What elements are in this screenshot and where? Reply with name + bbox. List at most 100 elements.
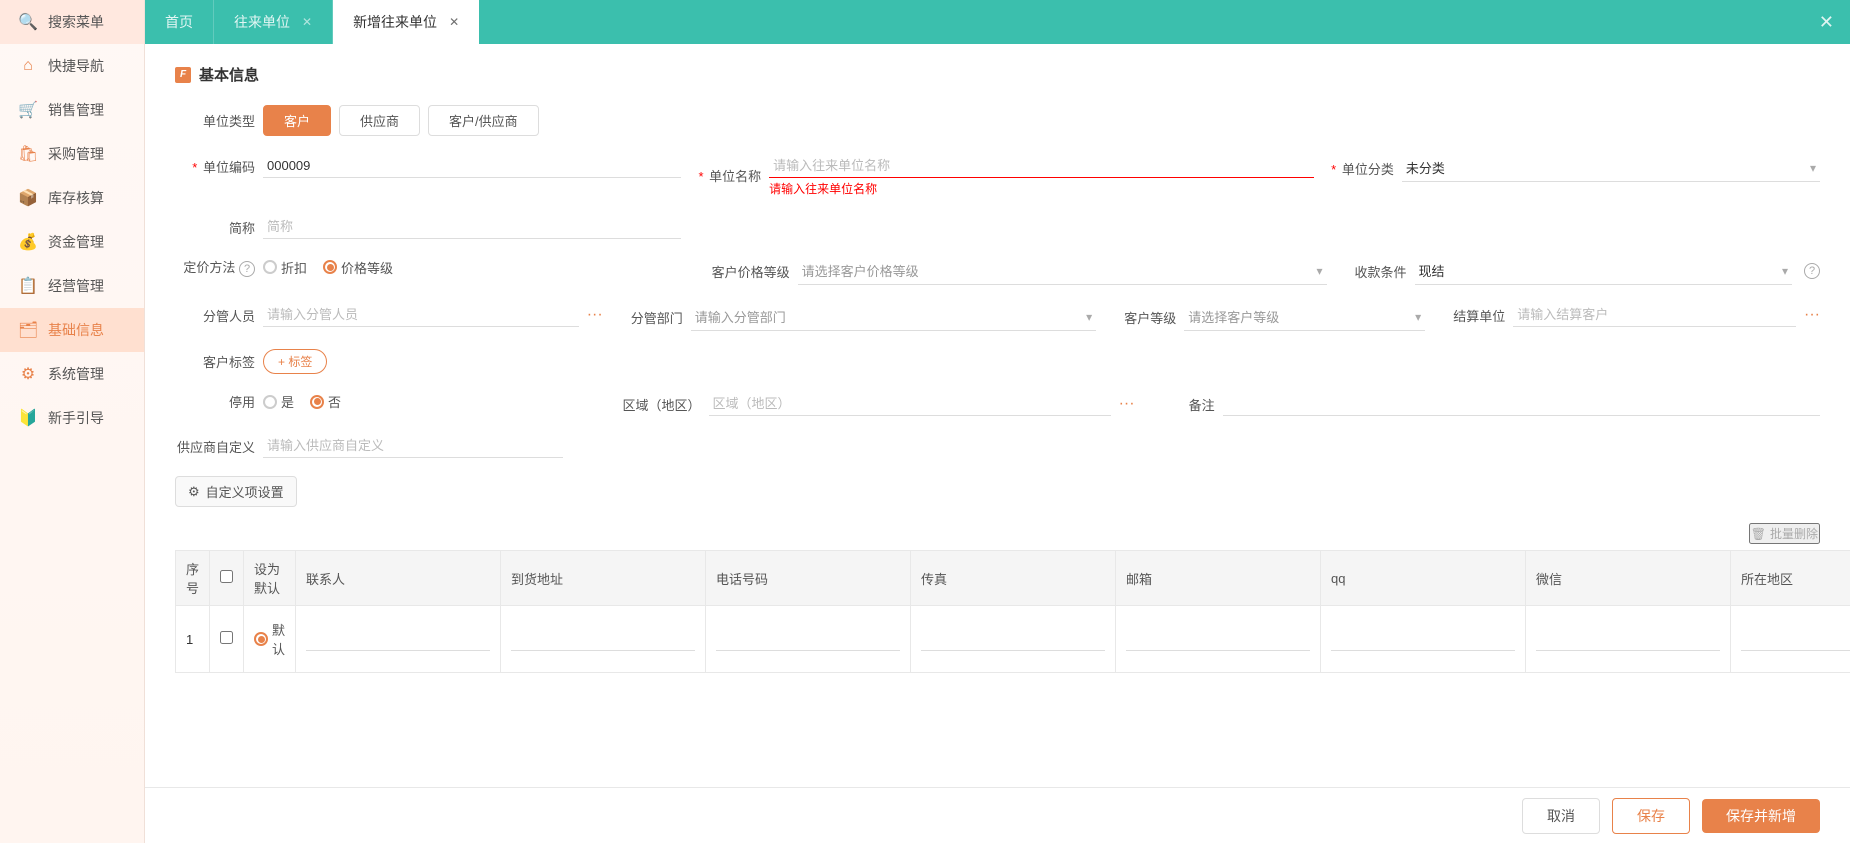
- row-wechat-input[interactable]: [1536, 627, 1720, 651]
- disable-label: 停用: [175, 392, 255, 411]
- settlement-unit-more-icon[interactable]: ···: [1804, 306, 1820, 324]
- row-default-radio[interactable]: 默认: [254, 620, 285, 658]
- section-header: F 基本信息: [175, 64, 1820, 85]
- settlement-unit-group: 结算单位 ···: [1425, 303, 1820, 327]
- guide-icon: 🔰: [18, 408, 38, 428]
- sidebar-item-operations[interactable]: 📋 经营管理: [0, 264, 144, 308]
- settlement-unit-label: 结算单位: [1425, 306, 1505, 325]
- row-address-input[interactable]: [511, 627, 695, 651]
- customer-tag-label: 客户标签: [175, 352, 255, 371]
- col-wechat: 微信: [1526, 551, 1731, 606]
- disable-radio-group: 是 否: [263, 392, 341, 411]
- col-location: 所在地区: [1731, 551, 1850, 606]
- trash-icon: 🗑: [1751, 527, 1766, 541]
- sidebar-item-system[interactable]: ⚙ 系统管理: [0, 352, 144, 396]
- pricing-level-radio[interactable]: 价格等级: [323, 258, 393, 277]
- region-more-icon[interactable]: ···: [1119, 395, 1135, 413]
- bag-icon: 🛍: [18, 144, 38, 164]
- department-group: 分管部门 请输入分管部门 ▾: [603, 303, 1097, 331]
- tab-new-contact-close[interactable]: ✕: [449, 15, 459, 29]
- sidebar-label-guide: 新手引导: [48, 408, 104, 428]
- unit-type-both-btn[interactable]: 客户/供应商: [428, 105, 539, 136]
- col-email: 邮箱: [1116, 551, 1321, 606]
- row-qq-cell: [1321, 606, 1526, 673]
- department-select[interactable]: 请输入分管部门 ▾: [691, 303, 1097, 331]
- row-checkbox[interactable]: [220, 631, 233, 644]
- customer-level-placeholder: 请选择客户等级: [1188, 307, 1411, 326]
- tab-new-contact[interactable]: 新增往来单位 ✕: [333, 0, 479, 44]
- col-contact: 联系人: [296, 551, 501, 606]
- col-phone: 电话号码: [706, 551, 911, 606]
- row-email-input[interactable]: [1126, 627, 1310, 651]
- clipboard-icon: 📋: [18, 276, 38, 296]
- customer-tag-group: 客户标签 + 标签: [175, 349, 1820, 374]
- short-name-input[interactable]: [263, 215, 681, 239]
- pricing-discount-circle: [263, 260, 277, 274]
- short-name-label: 简称: [175, 218, 255, 237]
- sidebar-item-sales[interactable]: 🛒 销售管理: [0, 88, 144, 132]
- sidebar-label-inventory: 库存核算: [48, 188, 104, 208]
- row-qq-input[interactable]: [1331, 627, 1515, 651]
- save-button[interactable]: 保存: [1612, 798, 1690, 834]
- row-phone-input[interactable]: [716, 627, 900, 651]
- row-wechat-cell: [1526, 606, 1731, 673]
- remark-input[interactable]: [1223, 392, 1820, 416]
- pricing-level-circle: [323, 260, 337, 274]
- save-new-button[interactable]: 保存并新增: [1702, 799, 1820, 833]
- unit-category-select[interactable]: 未分类 ▾: [1402, 154, 1820, 182]
- customer-level-chevron: ▾: [1415, 310, 1421, 324]
- unit-type-label: 单位类型: [175, 111, 255, 130]
- unit-type-buttons: 客户 供应商 客户/供应商: [263, 105, 539, 136]
- contacts-table: 序号 设为默认 联系人 到货地址 电话号码 传真 邮箱 qq 微信 所在地区 操…: [175, 550, 1850, 673]
- row-default-label: 默认: [272, 620, 285, 658]
- row-fax-input[interactable]: [921, 627, 1105, 651]
- customer-level-select[interactable]: 请选择客户等级 ▾: [1184, 303, 1425, 331]
- select-all-checkbox[interactable]: [220, 570, 233, 583]
- sidebar-item-inventory[interactable]: 📦 库存核算: [0, 176, 144, 220]
- add-tag-button[interactable]: + 标签: [263, 349, 327, 374]
- customer-tag-row: 客户标签 + 标签: [175, 349, 1820, 374]
- pricing-discount-radio[interactable]: 折扣: [263, 258, 307, 277]
- unit-type-customer-btn[interactable]: 客户: [263, 105, 331, 136]
- pricing-help-icon[interactable]: ?: [239, 261, 255, 277]
- col-checkbox: [210, 551, 244, 606]
- manager-input[interactable]: [263, 303, 579, 327]
- row-location-input[interactable]: [1741, 627, 1850, 651]
- sidebar-item-guide[interactable]: 🔰 新手引导: [0, 396, 144, 440]
- region-label: 区域（地区）: [621, 395, 701, 414]
- region-input[interactable]: [709, 392, 1111, 416]
- sidebar-item-search[interactable]: 🔍 搜索菜单: [0, 0, 144, 44]
- close-all-tabs-button[interactable]: ✕: [1803, 12, 1850, 33]
- unit-type-supplier-btn[interactable]: 供应商: [339, 105, 420, 136]
- disable-yes-radio[interactable]: 是: [263, 392, 294, 411]
- content-area: F 基本信息 单位类型 客户 供应商 客户/供应商 * 单位编码: [145, 44, 1850, 843]
- cancel-button[interactable]: 取消: [1522, 798, 1600, 834]
- sidebar-label-search: 搜索菜单: [48, 12, 104, 32]
- unit-code-input[interactable]: [263, 154, 681, 178]
- row-contact-cell: [296, 606, 501, 673]
- manager-more-icon[interactable]: ···: [587, 306, 603, 324]
- settlement-unit-input[interactable]: [1513, 303, 1796, 327]
- sidebar-item-finance[interactable]: 💰 资金管理: [0, 220, 144, 264]
- customer-level-label: 客户等级: [1096, 308, 1176, 327]
- col-default: 设为默认: [244, 551, 296, 606]
- batch-delete-button[interactable]: 🗑 批量删除: [1749, 523, 1820, 544]
- sidebar-item-quick-nav[interactable]: ⌂ 快捷导航: [0, 44, 144, 88]
- payment-help-icon[interactable]: ?: [1804, 263, 1820, 279]
- gear-icon: ⚙: [18, 364, 38, 384]
- custom-settings-label: 自定义项设置: [206, 482, 284, 501]
- short-name-row: 简称: [175, 215, 1820, 239]
- payment-terms-select[interactable]: 现结 ▾: [1415, 257, 1793, 285]
- custom-settings-button[interactable]: ⚙ 自定义项设置: [175, 476, 297, 507]
- row-contact-input[interactable]: [306, 627, 490, 651]
- col-address: 到货地址: [501, 551, 706, 606]
- unit-name-input[interactable]: [769, 154, 1314, 178]
- tab-contacts-close[interactable]: ✕: [302, 15, 312, 29]
- supplier-custom-input[interactable]: [263, 434, 563, 458]
- sidebar-item-purchase[interactable]: 🛍 采购管理: [0, 132, 144, 176]
- tab-contacts[interactable]: 往来单位 ✕: [214, 0, 333, 44]
- sidebar-item-basic-info[interactable]: 🗂 基础信息: [0, 308, 144, 352]
- customer-price-level-select[interactable]: 请选择客户价格等级 ▾: [798, 257, 1327, 285]
- tab-home[interactable]: 首页: [145, 0, 214, 44]
- disable-no-radio[interactable]: 否: [310, 392, 341, 411]
